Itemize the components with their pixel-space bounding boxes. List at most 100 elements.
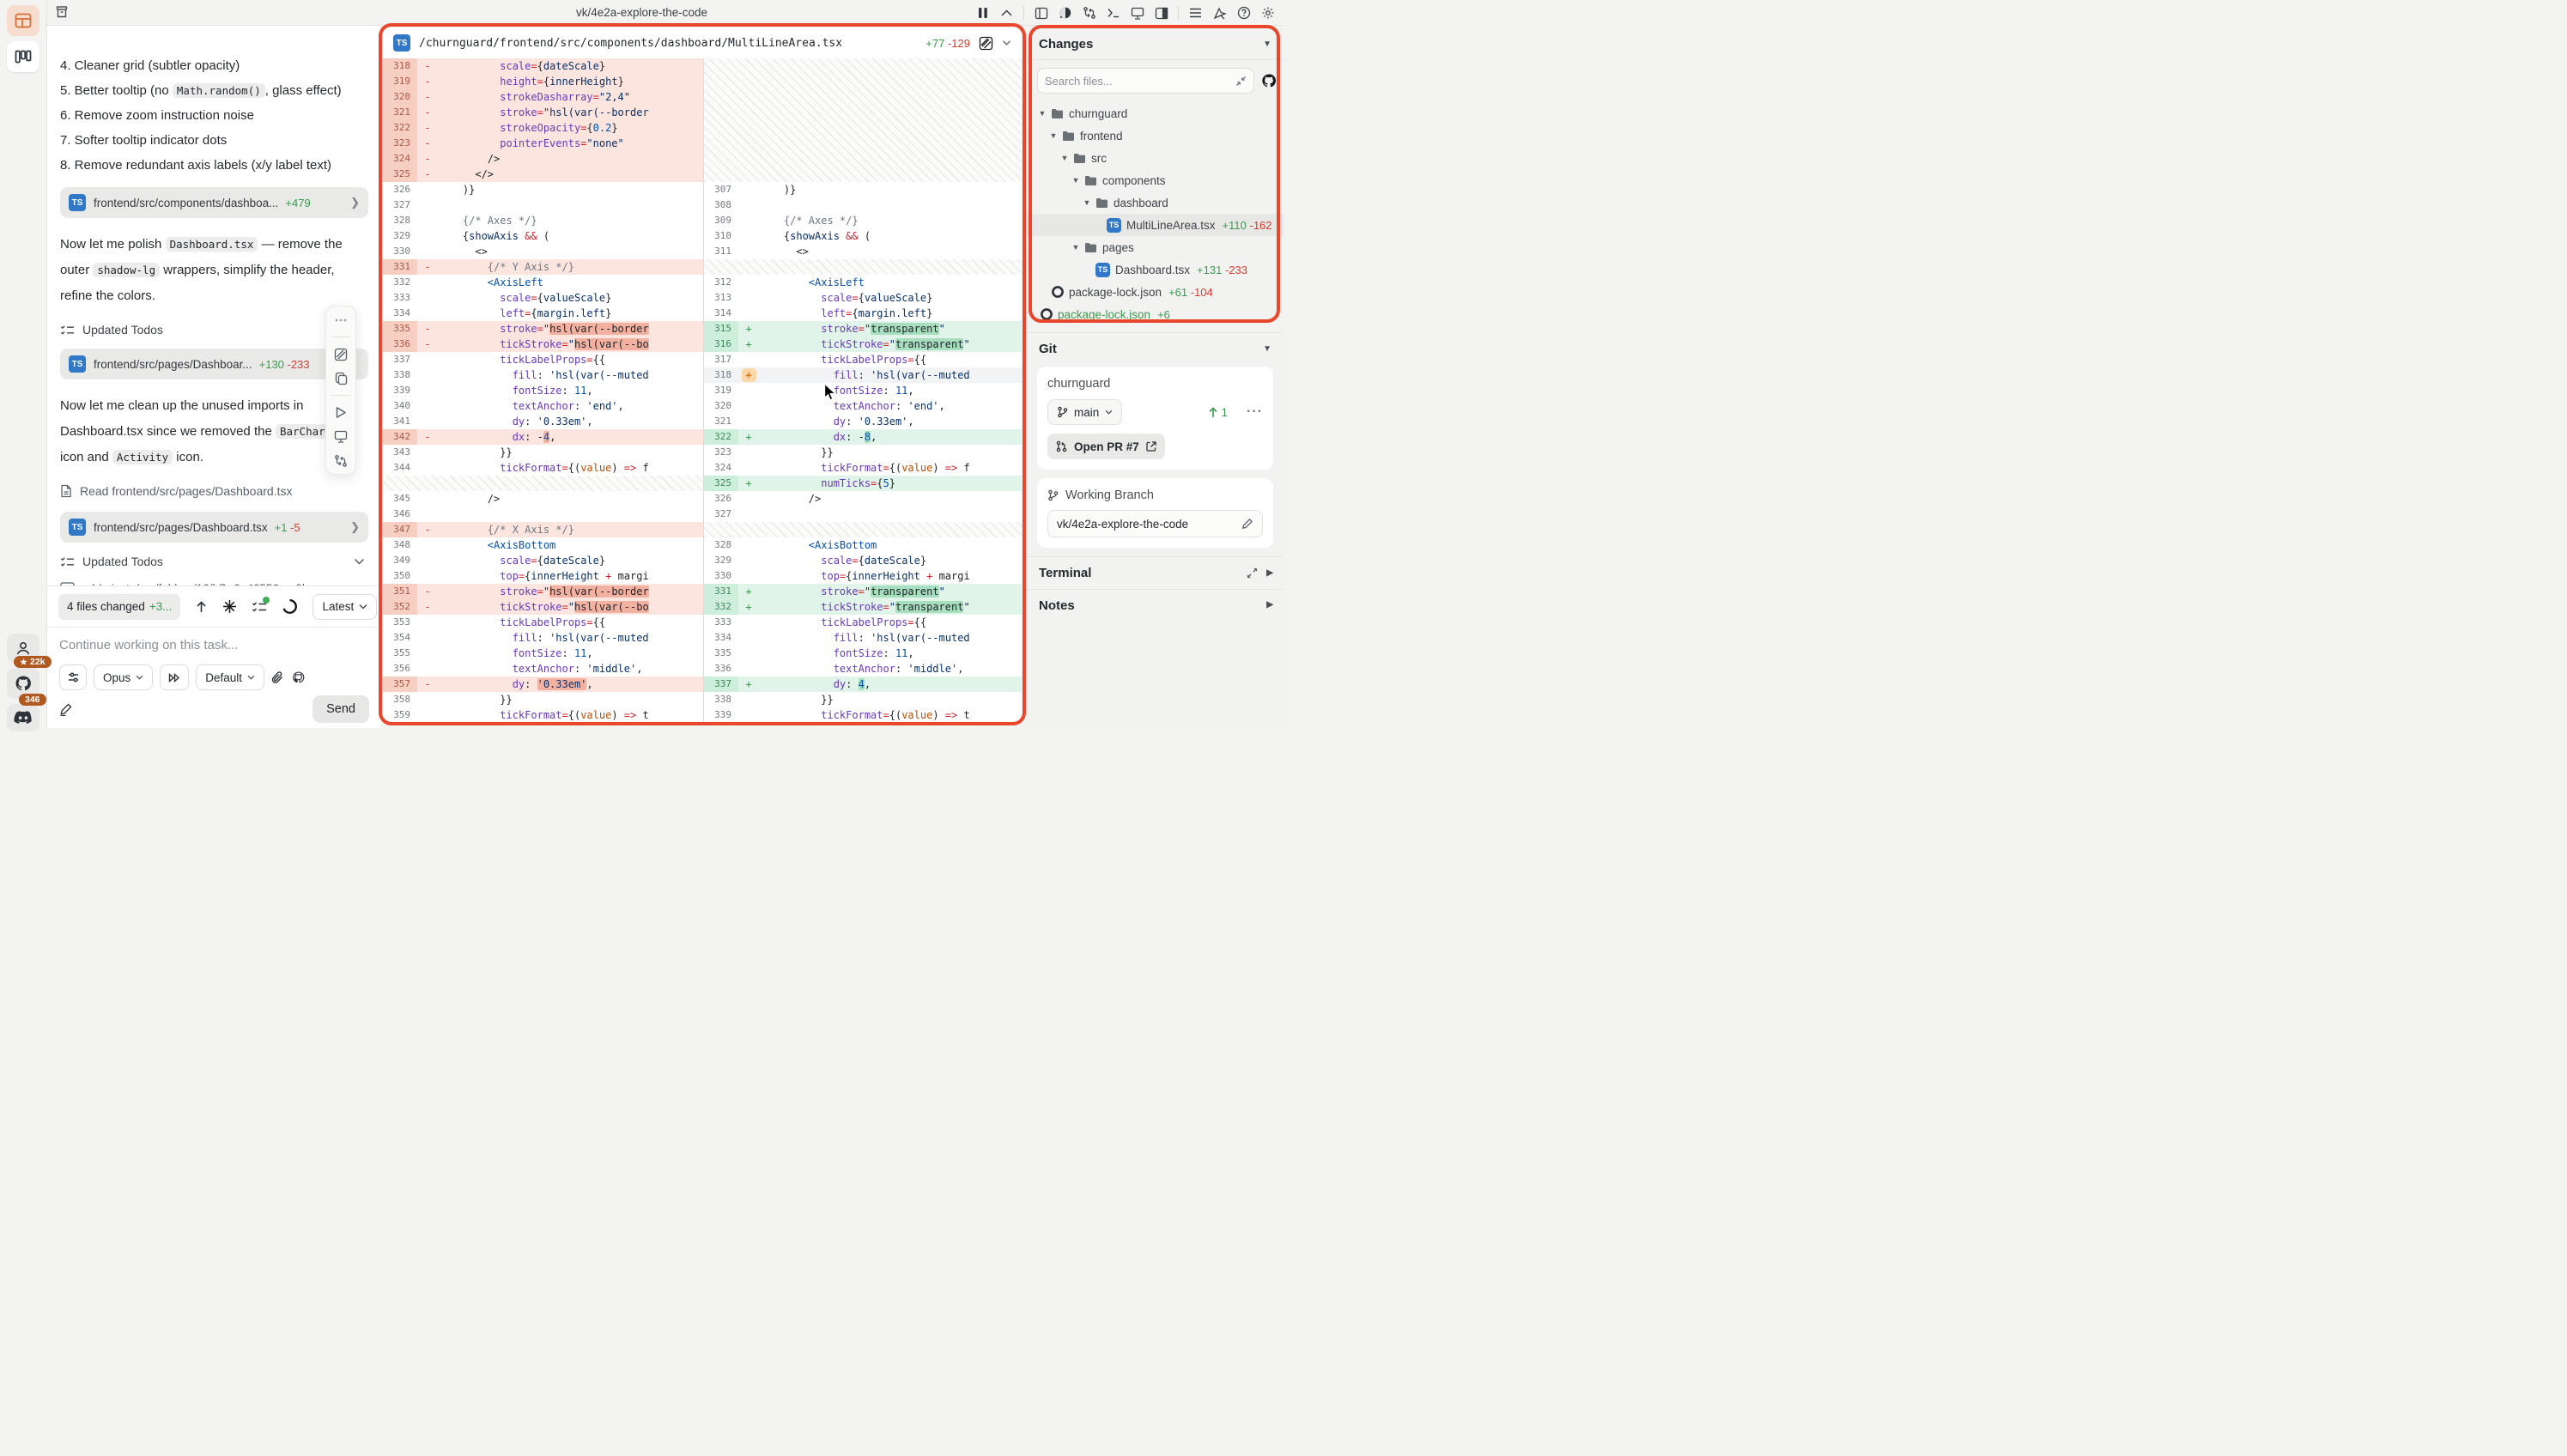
monitor-icon[interactable] [334, 429, 348, 444]
git-compare-icon[interactable] [1082, 6, 1096, 21]
diff-code-row[interactable]: 338 }} [704, 692, 1022, 707]
composer-settings-button[interactable] [59, 664, 87, 690]
menu-icon[interactable] [1188, 6, 1203, 21]
diff-code-row[interactable]: 355 fontSize: 11, [383, 646, 703, 661]
fast-forward-button[interactable] [160, 664, 189, 690]
diff-code-row[interactable]: 350 top={innerHeight + margi [383, 568, 703, 584]
diff-code-row[interactable]: 308 [704, 197, 1022, 213]
rail-workspace-button[interactable] [7, 5, 39, 36]
diff-code-row[interactable]: 320- strokeDasharray="2,4" [383, 89, 703, 105]
terminal-icon[interactable] [1106, 6, 1120, 21]
pointer-icon[interactable] [1212, 6, 1227, 21]
diff-code-row[interactable]: 331+ stroke="transparent" [704, 584, 1022, 599]
chevron-down-icon[interactable] [354, 558, 365, 566]
git-compare-icon[interactable] [334, 453, 348, 468]
chevron-down-icon[interactable]: ▼ [1059, 154, 1070, 162]
diff-code-row[interactable]: 341 dy: '0.33em', [383, 414, 703, 429]
file-change-chip[interactable]: TSfrontend/src/pages/Dashboard.tsx+1 -5❯ [60, 512, 368, 543]
diff-code-row[interactable]: 353 tickLabelProps={{ [383, 615, 703, 630]
github-cat-icon[interactable] [1261, 73, 1277, 88]
diff-code-row[interactable]: 318+ fill: 'hsl(var(--muted [704, 367, 1022, 383]
diff-code-row[interactable]: 338 fill: 'hsl(var(--muted [383, 367, 703, 383]
chevron-down-icon[interactable]: ▼ [1071, 243, 1081, 252]
diff-code-row[interactable]: 337 tickLabelProps={{ [383, 352, 703, 367]
diff-code-row[interactable]: 324- /> [383, 151, 703, 167]
working-branch-input[interactable]: vk/4e2a-explore-the-code [1047, 510, 1263, 537]
tree-file-package-lock.json[interactable]: package-lock.json+6 [1027, 303, 1284, 325]
chevron-down-icon[interactable]: ▼ [1037, 109, 1047, 118]
tree-file-MultiLineArea.tsx[interactable]: TSMultiLineArea.tsx+110 -162 [1027, 214, 1284, 236]
edit-branch-icon[interactable] [1241, 518, 1253, 530]
diff-code-row[interactable]: 329 {showAxis && ( [383, 228, 703, 244]
collapse-tree-icon[interactable] [1235, 76, 1247, 87]
diff-code-row[interactable]: 312 <AxisLeft [704, 275, 1022, 290]
chevron-down-icon[interactable]: ▼ [1048, 131, 1059, 140]
file-change-chip[interactable]: TSfrontend/src/components/dashboa...+479… [60, 187, 368, 218]
notes-section-header[interactable]: Notes ▶ [1027, 589, 1284, 622]
diff-code-row[interactable]: 330 top={innerHeight + margi [704, 568, 1022, 584]
diff-code-row[interactable]: 324 tickFormat={(value) => f [704, 460, 1022, 476]
composer-input[interactable]: Continue working on this task... [47, 628, 381, 658]
diff-code-row[interactable]: 323 }} [704, 445, 1022, 460]
tree-folder-frontend[interactable]: ▼frontend [1027, 124, 1284, 147]
diff-view-mode-icon[interactable] [979, 36, 993, 51]
diff-code-row[interactable]: 315+ stroke="transparent" [704, 321, 1022, 337]
attachment-icon[interactable] [271, 670, 284, 685]
diff-code-row[interactable]: 340 textAnchor: 'end', [383, 398, 703, 414]
diff-new-pane[interactable]: 307 )}308309 {/* Axes */}310 {showAxis &… [704, 58, 1022, 723]
diff-code-row[interactable]: 329 scale={dateScale} [704, 553, 1022, 568]
spark-icon[interactable] [222, 599, 237, 614]
add-comment-button[interactable]: + [742, 368, 756, 382]
rail-board-button[interactable] [7, 41, 39, 72]
tree-folder-pages[interactable]: ▼pages [1027, 236, 1284, 258]
diff-code-row[interactable]: 326 /> [704, 491, 1022, 507]
diff-code-row[interactable]: 343 }} [383, 445, 703, 460]
diff-code-row[interactable]: 352- tickStroke="hsl(var(--bo [383, 599, 703, 615]
chat-bubble-icon[interactable] [1058, 6, 1072, 21]
play-icon[interactable] [335, 405, 347, 420]
files-changed-chip[interactable]: 4 files changed +3... [58, 594, 180, 620]
diff-code-row[interactable]: 307 )} [704, 182, 1022, 197]
diff-code-row[interactable]: 322- strokeOpacity={0.2} [383, 120, 703, 136]
help-icon[interactable] [1236, 6, 1251, 21]
tree-file-package-lock.json[interactable]: package-lock.json+61 -104 [1027, 281, 1284, 303]
monitor-icon[interactable] [1130, 6, 1144, 21]
diff-code-row[interactable]: 321 dy: '0.33em', [704, 414, 1022, 429]
diff-code-row[interactable]: 332 <AxisLeft [383, 275, 703, 290]
tree-file-Dashboard.tsx[interactable]: TSDashboard.tsx+131 -233 [1027, 258, 1284, 281]
latest-dropdown[interactable]: Latest [313, 594, 377, 620]
panel-right-icon[interactable] [1154, 6, 1168, 21]
diff-old-pane[interactable]: 318- scale={dateScale}319- height={inner… [383, 58, 704, 723]
settings-gear-icon[interactable] [1260, 6, 1275, 21]
mode-dropdown[interactable]: Default [196, 664, 264, 690]
diff-code-row[interactable]: 321- stroke="hsl(var(--border [383, 105, 703, 120]
diff-code-row[interactable]: 325- </> [383, 167, 703, 182]
tree-folder-src[interactable]: ▼src [1027, 147, 1284, 169]
scroll-top-icon[interactable] [195, 600, 208, 614]
diff-code-row[interactable]: 327 [383, 197, 703, 213]
diff-code-row[interactable]: 331- {/* Y Axis */} [383, 259, 703, 275]
file-change-chip[interactable]: TSfrontend/src/pages/Dashboar...+130 -23… [60, 349, 368, 379]
expand-icon[interactable] [1247, 567, 1258, 579]
diff-code-row[interactable]: 359 tickFormat={(value) => t [383, 707, 703, 723]
diff-code-row[interactable]: 336 textAnchor: 'middle', [704, 661, 1022, 676]
diff-code-row[interactable]: 317 tickLabelProps={{ [704, 352, 1022, 367]
diff-code-row[interactable]: 334 fill: 'hsl(var(--muted [704, 630, 1022, 646]
tree-folder-components[interactable]: ▼components [1027, 169, 1284, 191]
open-pr-button[interactable]: Open PR #7 [1047, 434, 1165, 459]
diff-code-row[interactable]: 319 fontSize: 11, [704, 383, 1022, 398]
read-file-row[interactable]: Read frontend/src/pages/Dashboard.tsx [60, 484, 368, 498]
diff-code-row[interactable]: 323- pointerEvents="none" [383, 136, 703, 151]
diff-code-row[interactable]: 326 )} [383, 182, 703, 197]
diff-code-row[interactable]: 342- dx: -4, [383, 429, 703, 445]
diff-code-row[interactable]: 332+ tickStroke="transparent" [704, 599, 1022, 615]
diff-code-row[interactable]: 311 <> [704, 244, 1022, 259]
diff-code-row[interactable]: 339 tickFormat={(value) => t [704, 707, 1022, 723]
rail-discord-button[interactable] [7, 704, 39, 731]
diff-code-row[interactable]: 335 fontSize: 11, [704, 646, 1022, 661]
diff-collapse-chevron[interactable] [1002, 39, 1011, 46]
diff-code-row[interactable]: 351- stroke="hsl(var(--border [383, 584, 703, 599]
diff-code-row[interactable]: 339 fontSize: 11, [383, 383, 703, 398]
diff-code-row[interactable]: 354 fill: 'hsl(var(--muted [383, 630, 703, 646]
chevron-down-icon[interactable]: ▼ [1071, 176, 1081, 185]
